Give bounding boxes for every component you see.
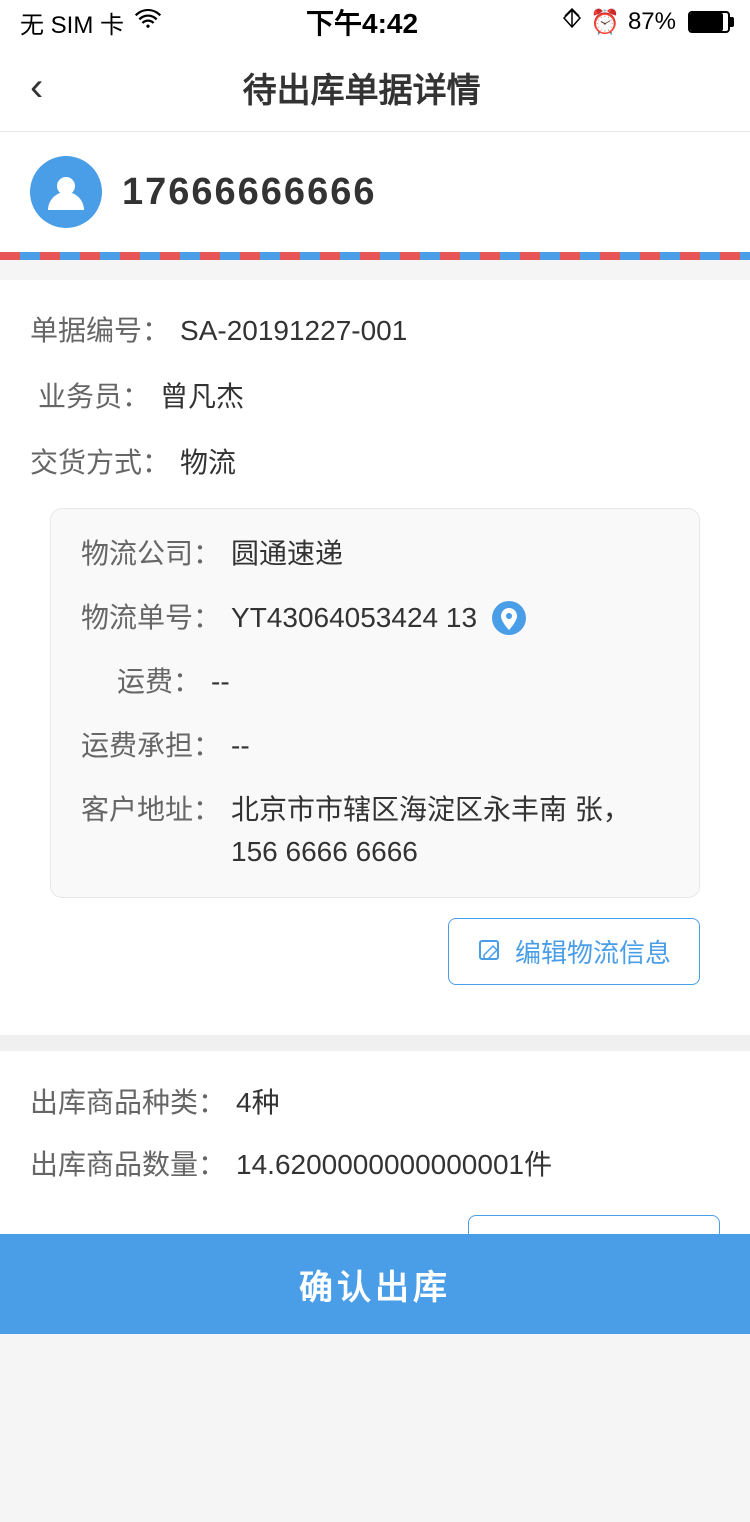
bottom-bar: 确认出库 [0,1234,750,1334]
logistics-freightbear-label: 运费承担： [81,725,231,767]
document-number-row: 单据编号： SA-20191227-001 [30,310,720,352]
logistics-freightbear-row: 运费承担： -- [81,725,669,767]
delivery-label: 交货方式： [30,442,180,484]
alarm-icon: ⏰ [590,8,620,37]
document-info-section: 单据编号： SA-20191227-001 业务员： 曾凡杰 交货方式： 物流 … [0,280,750,1035]
logistics-freight-row: 运费： -- [81,661,669,703]
content-spacer [0,1302,750,1522]
section-divider-1 [0,1035,750,1051]
logistics-company-value: 圆通速递 [231,533,669,575]
status-right: ⏰ 87% [562,8,730,37]
salesman-row: 业务员： 曾凡杰 [30,376,720,418]
delivery-value: 物流 [180,442,720,484]
map-pin-icon[interactable] [491,600,527,636]
nav-bar: ‹ 待出库单据详情 [0,44,750,132]
delivery-row: 交货方式： 物流 [30,442,720,484]
carrier-text: 无 SIM 卡 [20,5,124,40]
confirm-outbound-button[interactable]: 确认出库 [299,1260,451,1309]
product-quantity-label: 出库商品数量： [30,1143,236,1183]
avatar [30,156,102,228]
salesman-label: 业务员： [30,376,160,418]
logistics-address-row: 客户地址： 北京市市辖区海淀区永丰南 张，156 6666 6666 [81,789,669,873]
user-phone: 17666666666 [122,171,376,214]
status-time: 下午4:42 [306,2,418,42]
user-header: 17666666666 [0,132,750,252]
product-type-row: 出库商品种类： 4种 [30,1081,720,1121]
status-bar: 无 SIM 卡 下午4:42 ⏰ 87% [0,0,750,44]
dashed-divider [0,252,750,260]
logistics-tracking-value: YT43064053424 13 [231,597,669,639]
document-number-label: 单据编号： [30,310,180,352]
edit-logistics-button[interactable]: 编辑物流信息 [448,918,700,985]
logistics-company-label: 物流公司： [81,533,231,575]
logistics-freight-label: 运费： [81,661,211,703]
document-number-value: SA-20191227-001 [180,310,720,352]
product-quantity-row: 出库商品数量： 14.6200000000000001件 [30,1143,720,1183]
product-quantity-value: 14.6200000000000001件 [236,1143,552,1183]
edit-icon [477,938,505,966]
wifi-icon [134,8,162,36]
logistics-card: 物流公司： 圆通速递 物流单号： YT43064053424 13 运费： --… [50,508,700,898]
edit-btn-row: 编辑物流信息 [30,898,720,985]
page-title: 待出库单据详情 [63,63,660,112]
product-type-value: 4种 [236,1081,280,1121]
logistics-freight-value: -- [211,661,669,703]
location-icon [562,8,582,37]
product-type-label: 出库商品种类： [30,1081,236,1121]
logistics-company-row: 物流公司： 圆通速递 [81,533,669,575]
edit-logistics-label: 编辑物流信息 [515,933,671,970]
back-button[interactable]: ‹ [30,55,63,120]
logistics-address-label: 客户地址： [81,789,231,831]
logistics-tracking-label: 物流单号： [81,597,231,639]
status-left: 无 SIM 卡 [20,5,162,40]
salesman-value: 曾凡杰 [160,376,720,418]
logistics-tracking-row: 物流单号： YT43064053424 13 [81,597,669,639]
battery-icon [684,11,730,33]
battery-percent: 87% [628,8,676,36]
logistics-address-value: 北京市市辖区海淀区永丰南 张，156 6666 6666 [231,789,669,873]
logistics-freightbear-value: -- [231,725,669,767]
